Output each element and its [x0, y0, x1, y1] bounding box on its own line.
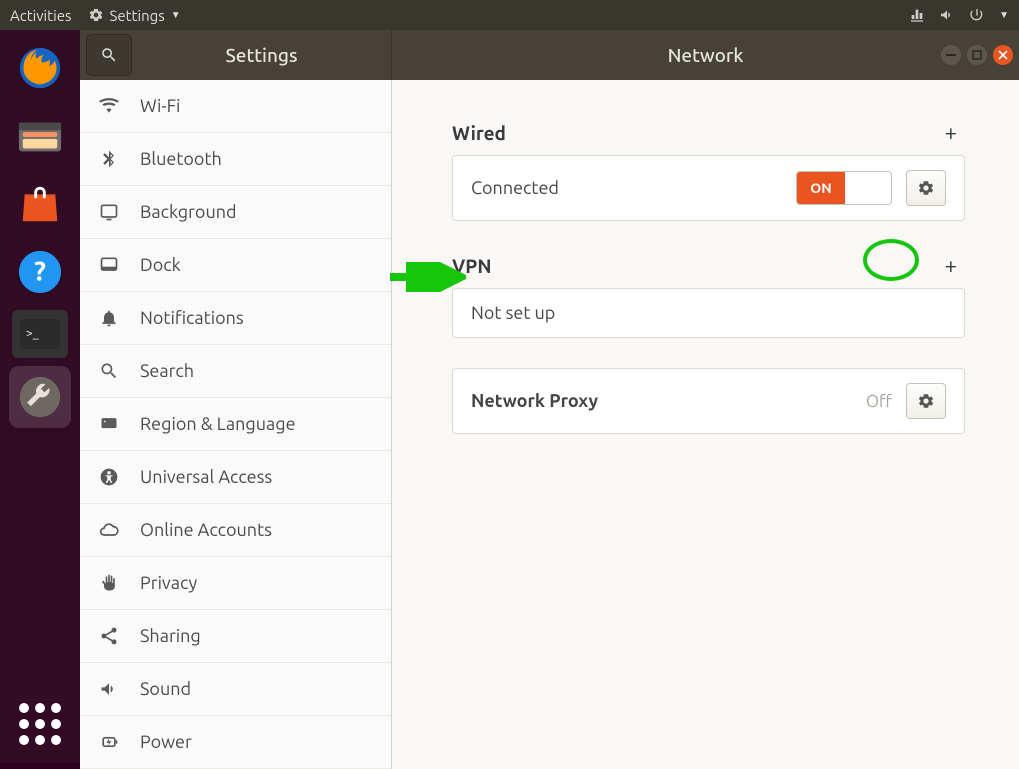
wired-section-header: Wired +: [452, 118, 965, 147]
window-maximize-button[interactable]: [967, 45, 987, 65]
file-manager-icon: [17, 116, 63, 156]
gear-icon: [917, 392, 935, 410]
sidebar-item-label: Sound: [140, 679, 191, 699]
toggle-on-label: ON: [797, 172, 845, 204]
terminal-icon: >_: [20, 319, 60, 349]
dock-files[interactable]: [10, 106, 70, 166]
wired-settings-button[interactable]: [906, 170, 946, 206]
sidebar-item-online-accounts[interactable]: Online Accounts: [80, 504, 391, 557]
app-menu[interactable]: Settings ▼: [88, 7, 181, 24]
sidebar-item-region-language[interactable]: Region & Language: [80, 398, 391, 451]
speaker-icon: [98, 679, 120, 699]
vpn-add-button[interactable]: +: [937, 251, 965, 280]
dock-help[interactable]: ?: [10, 242, 70, 302]
sidebar-item-label: Notifications: [140, 308, 244, 328]
wired-status-label: Connected: [471, 178, 796, 198]
dock-apps-grid[interactable]: [19, 703, 61, 745]
titlebar: Settings Network: [80, 30, 1019, 80]
annotation-circle: [863, 239, 919, 281]
wired-toggle[interactable]: ON: [796, 171, 892, 205]
close-icon: [998, 50, 1008, 60]
proxy-settings-button[interactable]: [906, 383, 946, 419]
shopping-bag-icon: [17, 181, 63, 227]
wired-heading: Wired: [452, 122, 506, 144]
sidebar-item-label: Wi-Fi: [140, 96, 180, 116]
dock-software[interactable]: [10, 174, 70, 234]
sidebar-item-label: Region & Language: [140, 414, 296, 434]
firefox-icon: [18, 46, 62, 90]
sidebar-item-label: Dock: [140, 255, 181, 275]
sidebar-item-label: Bluetooth: [140, 149, 222, 169]
share-icon: [98, 626, 120, 646]
network-panel: Wired + Connected ON VPN + Not set up: [392, 80, 1019, 769]
vpn-status-label: Not set up: [471, 303, 946, 323]
sidebar-item-privacy[interactable]: Privacy: [80, 557, 391, 610]
search-icon: [100, 46, 118, 64]
activities-button[interactable]: Activities: [10, 7, 72, 24]
network-status-icon[interactable]: [909, 7, 925, 23]
sidebar-item-label: Power: [140, 732, 192, 752]
chevron-down-icon[interactable]: ▼: [999, 9, 1009, 21]
svg-text:?: ?: [34, 257, 46, 287]
help-icon: ?: [17, 249, 63, 295]
panel-title: Network: [392, 44, 1019, 66]
dock-terminal[interactable]: >_: [12, 310, 68, 358]
search-icon: [98, 361, 120, 381]
search-button[interactable]: [86, 34, 132, 76]
bell-icon: [98, 308, 120, 328]
sidebar-item-wifi[interactable]: Wi-Fi: [80, 80, 391, 133]
sidebar-item-universal-access[interactable]: Universal Access: [80, 451, 391, 504]
sidebar-item-background[interactable]: Background: [80, 186, 391, 239]
sidebar-item-power[interactable]: Power: [80, 716, 391, 769]
sidebar-item-label: Search: [140, 361, 194, 381]
settings-wrench-icon: [18, 375, 62, 419]
app-menu-label: Settings: [110, 7, 165, 24]
sidebar-item-notifications[interactable]: Notifications: [80, 292, 391, 345]
proxy-heading: Network Proxy: [471, 391, 866, 411]
sidebar-item-search[interactable]: Search: [80, 345, 391, 398]
sidebar-item-sharing[interactable]: Sharing: [80, 610, 391, 663]
gear-icon: [88, 7, 104, 23]
minimize-icon: [946, 50, 956, 60]
maximize-icon: [972, 50, 982, 60]
window-close-button[interactable]: [993, 45, 1013, 65]
wifi-icon: [98, 96, 120, 116]
top-panel: Activities Settings ▼ ▼: [0, 0, 1019, 30]
battery-icon: [98, 732, 120, 752]
sidebar-item-label: Background: [140, 202, 237, 222]
sidebar-title: Settings: [132, 44, 391, 66]
power-icon[interactable]: [969, 7, 985, 23]
settings-sidebar: Wi-Fi Bluetooth Background Dock Notifica…: [80, 80, 392, 769]
cloud-key-icon: [98, 520, 120, 540]
dock: ? >_: [0, 30, 80, 763]
settings-window: Settings Network Wi-Fi Bluetooth Ba: [80, 30, 1019, 763]
dock-firefox[interactable]: [10, 38, 70, 98]
dock-icon: [98, 255, 120, 275]
vpn-heading: VPN: [452, 255, 492, 277]
vpn-status-row: Not set up: [452, 288, 965, 338]
bluetooth-icon: [98, 149, 120, 169]
proxy-state-label: Off: [866, 392, 892, 411]
hand-icon: [98, 573, 120, 593]
window-minimize-button[interactable]: [941, 45, 961, 65]
sidebar-item-label: Universal Access: [140, 467, 272, 487]
volume-icon[interactable]: [939, 7, 955, 23]
accessibility-icon: [98, 467, 120, 487]
vpn-section-header: VPN +: [452, 251, 965, 280]
sidebar-item-label: Online Accounts: [140, 520, 272, 540]
sidebar-item-dock[interactable]: Dock: [80, 239, 391, 292]
wired-connection-row: Connected ON: [452, 155, 965, 221]
gear-icon: [917, 179, 935, 197]
region-icon: [98, 414, 120, 434]
sidebar-item-sound[interactable]: Sound: [80, 663, 391, 716]
sidebar-item-label: Sharing: [140, 626, 201, 646]
wired-add-button[interactable]: +: [937, 118, 965, 147]
network-proxy-row[interactable]: Network Proxy Off: [452, 368, 965, 434]
sidebar-item-bluetooth[interactable]: Bluetooth: [80, 133, 391, 186]
dock-settings[interactable]: [9, 366, 71, 428]
background-icon: [98, 202, 120, 222]
svg-text:>_: >_: [26, 327, 39, 340]
chevron-down-icon: ▼: [171, 9, 181, 21]
sidebar-item-label: Privacy: [140, 573, 197, 593]
